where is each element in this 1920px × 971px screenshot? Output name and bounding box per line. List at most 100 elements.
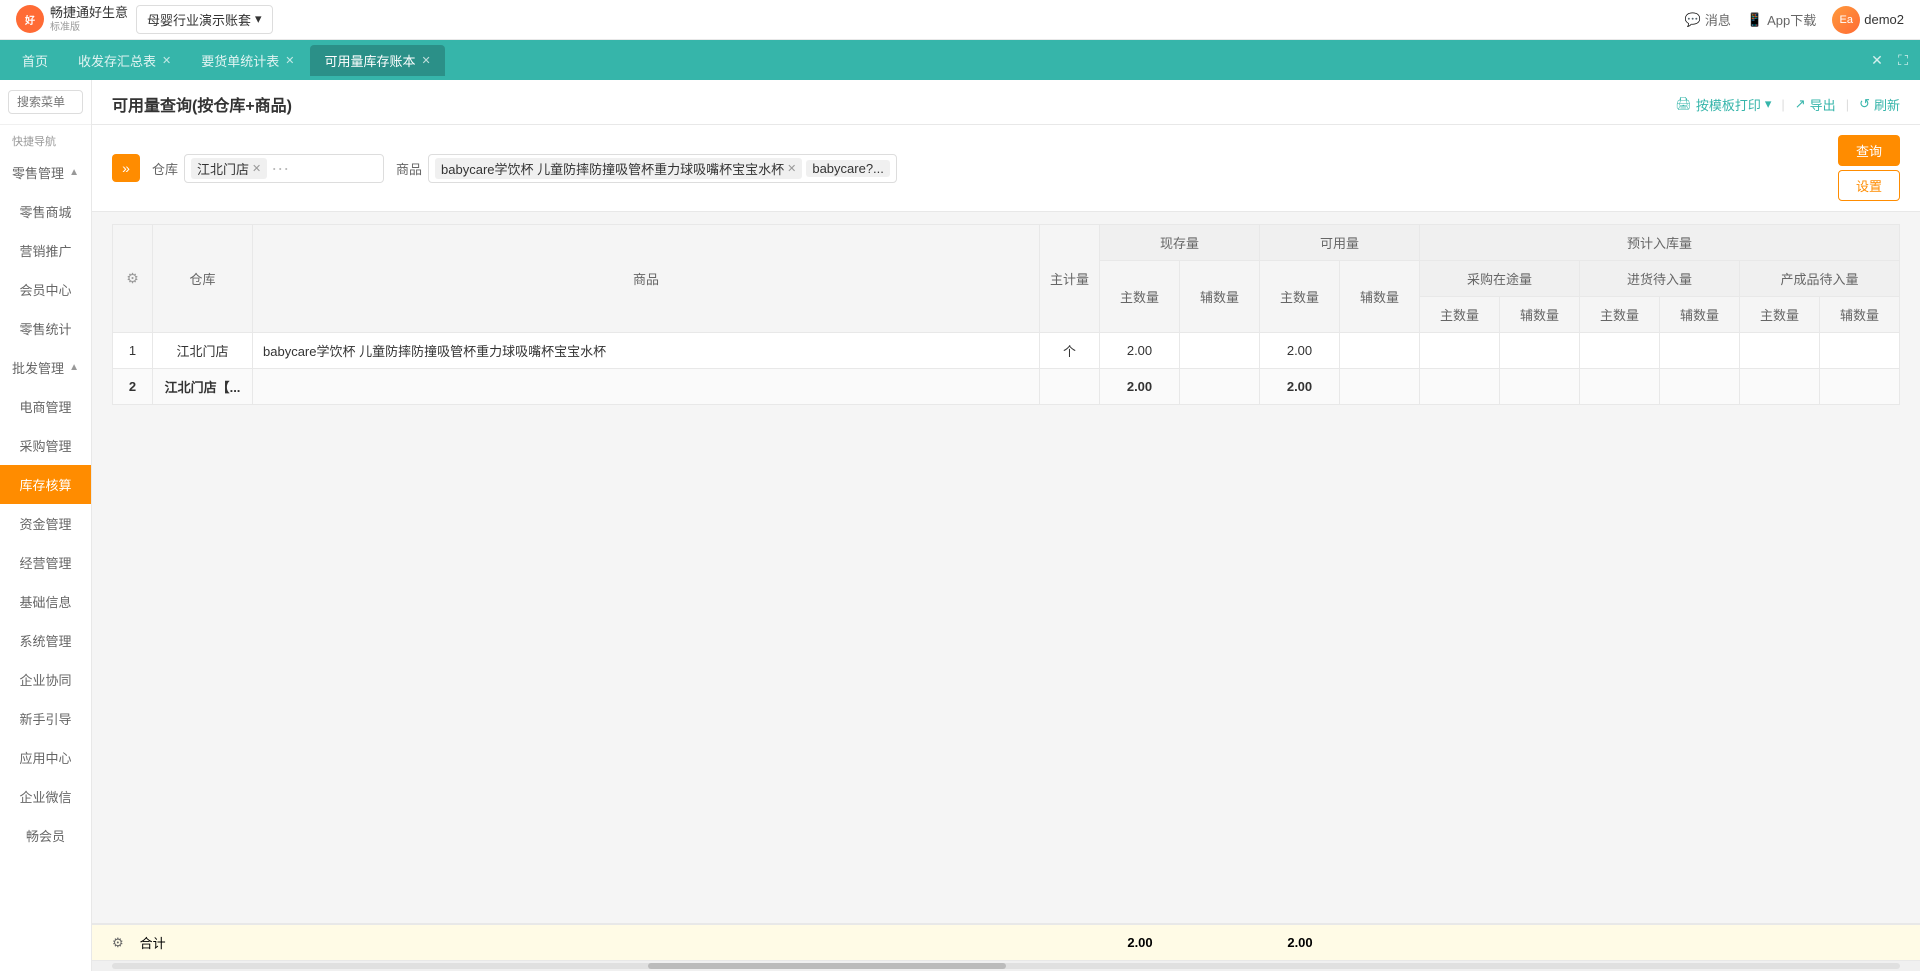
cell-arrival-aux-1 (1660, 333, 1740, 369)
sidebar-item-tutorial[interactable]: 新手引导 (0, 699, 91, 738)
sidebar-item-app-center[interactable]: 应用中心 (0, 738, 91, 777)
sidebar-nav-label: 快捷导航 (0, 125, 91, 153)
message-icon: 💬 (1685, 12, 1701, 28)
sidebar-item-finance[interactable]: 资金管理 (0, 504, 91, 543)
product-tag-1: babycare学饮杯 儿童防摔防撞吸管杯重力球吸嘴杯宝宝水杯 ✕ (435, 158, 802, 179)
sidebar-item-system[interactable]: 系统管理 (0, 621, 91, 660)
scrollbar-thumb[interactable] (648, 963, 1006, 969)
product-tag-input[interactable]: babycare学饮杯 儿童防摔防撞吸管杯重力球吸嘴杯宝宝水杯 ✕ babyca… (428, 154, 897, 183)
table-footer: ⚙ 合计 2.00 2.00 (92, 923, 1920, 961)
cell-stock-aux-1 (1180, 333, 1260, 369)
warehouse-label: 仓库 (152, 159, 178, 178)
col-header-arrival-aux: 辅数量 (1660, 297, 1740, 333)
sidebar-item-enterprise[interactable]: 企业协同 (0, 660, 91, 699)
col-header-stock-group: 现存量 (1100, 225, 1260, 261)
sidebar-search-area (0, 80, 91, 125)
sidebar-item-wholesale[interactable]: 批发管理 ▲ (0, 348, 91, 387)
cell-purchase-aux-1 (1500, 333, 1580, 369)
close-tab-1[interactable]: ✕ (162, 54, 171, 67)
sidebar-item-member[interactable]: 畅会员 (0, 816, 91, 855)
cell-warehouse-1: 江北门店 (153, 333, 253, 369)
top-bar-left: 好 畅捷通好生意 标准版 母婴行业演示账套 ▾ (16, 5, 273, 35)
window-close-btn[interactable]: ✕ (1868, 51, 1886, 69)
filter-bar: » 仓库 江北门店 ✕ ··· 商品 babycare学饮杯 儿童防摔防撞吸管杯… (92, 125, 1920, 212)
export-icon: ↗ (1795, 96, 1806, 112)
sidebar-item-purchase[interactable]: 采购管理 (0, 426, 91, 465)
horizontal-scrollbar[interactable] (92, 961, 1920, 971)
cell-production-aux-1 (1820, 333, 1900, 369)
col-header-production-group: 产成品待入量 (1740, 261, 1900, 297)
sidebar-item-operations[interactable]: 经营管理 (0, 543, 91, 582)
sidebar-item-retail-mall[interactable]: 零售商城 (0, 192, 91, 231)
product-filter-group: 商品 babycare学饮杯 儿童防摔防撞吸管杯重力球吸嘴杯宝宝水杯 ✕ bab… (396, 154, 897, 183)
export-btn[interactable]: ↗ 导出 (1795, 95, 1836, 114)
user-area[interactable]: Ea demo2 (1832, 6, 1904, 34)
cell-avail-main-2: 2.00 (1260, 369, 1340, 405)
more-warehouses-btn[interactable]: ··· (271, 158, 289, 179)
cell-stock-aux-2 (1180, 369, 1260, 405)
cell-unit-2 (1040, 369, 1100, 405)
remove-warehouse-tag-1[interactable]: ✕ (252, 162, 261, 175)
messages-btn[interactable]: 💬 消息 (1685, 10, 1731, 29)
print-btn[interactable]: 🖨 按模板打印 ▾ (1675, 95, 1771, 114)
col-header-expected-group: 预计入库量 (1420, 225, 1900, 261)
inventory-table: ⚙ 仓库 商品 主计量 现存量 可用量 预计入库量 主数量 辅数量 主数量 辅数… (112, 224, 1900, 405)
sidebar-item-retail-management[interactable]: 零售管理 ▲ (0, 153, 91, 192)
cell-product-1: babycare学饮杯 儿童防摔防撞吸管杯重力球吸嘴杯宝宝水杯 (253, 333, 1040, 369)
gear-icon[interactable]: ⚙ (126, 270, 139, 286)
sidebar-item-membership[interactable]: 会员中心 (0, 270, 91, 309)
sidebar-item-basic-info[interactable]: 基础信息 (0, 582, 91, 621)
top-bar: 好 畅捷通好生意 标准版 母婴行业演示账套 ▾ 💬 消息 📱 App下载 Ea … (0, 0, 1920, 40)
col-header-gear: ⚙ (113, 225, 153, 333)
col-header-arrival-group: 进货待入量 (1580, 261, 1740, 297)
close-tab-2[interactable]: ✕ (285, 54, 294, 67)
col-header-purchase-group: 采购在途量 (1420, 261, 1580, 297)
col-header-stock-aux: 辅数量 (1180, 261, 1260, 333)
table-row: 2 江北门店【... 2.00 2.00 (113, 369, 1900, 405)
cell-seq-2: 2 (113, 369, 153, 405)
logo-text: 畅捷通好生意 标准版 (50, 5, 128, 35)
settings-button[interactable]: 设置 (1838, 170, 1900, 201)
window-expand-btn[interactable]: ⛶ (1894, 51, 1912, 69)
col-header-purchase-aux: 辅数量 (1500, 297, 1580, 333)
col-header-avail-aux: 辅数量 (1340, 261, 1420, 333)
tab-home[interactable]: 首页 (8, 45, 62, 76)
cell-avail-main-1: 2.00 (1260, 333, 1340, 369)
chevron-icon: ▲ (69, 167, 79, 178)
filter-expand-btn[interactable]: » (112, 154, 140, 182)
sidebar-item-inventory[interactable]: 库存核算 (0, 465, 91, 504)
content-area: 可用量查询(按仓库+商品) 🖨 按模板打印 ▾ | ↗ 导出 | ↺ 刷新 (92, 80, 1920, 971)
cell-stock-main-2: 2.00 (1100, 369, 1180, 405)
sidebar-item-wechat[interactable]: 企业微信 (0, 777, 91, 816)
cell-purchase-aux-2 (1500, 369, 1580, 405)
cell-production-main-2 (1740, 369, 1820, 405)
tab-available-inventory[interactable]: 可用量库存账本 ✕ (310, 45, 444, 76)
sidebar-item-marketing[interactable]: 营销推广 (0, 231, 91, 270)
cell-arrival-aux-2 (1660, 369, 1740, 405)
footer-seq: ⚙ (112, 935, 124, 951)
cell-purchase-main-2 (1420, 369, 1500, 405)
tab-receive-summary[interactable]: 收发存汇总表 ✕ (64, 45, 185, 76)
sidebar-item-retail-stats[interactable]: 零售统计 (0, 309, 91, 348)
tab-order-stats[interactable]: 要货单统计表 ✕ (187, 45, 308, 76)
main-layout: 快捷导航 零售管理 ▲ 零售商城 营销推广 会员中心 零售统计 批发管理 ▲ 电… (0, 80, 1920, 971)
warehouse-tag-input[interactable]: 江北门店 ✕ ··· (184, 154, 384, 183)
cell-production-aux-2 (1820, 369, 1900, 405)
col-header-arrival-main: 主数量 (1580, 297, 1660, 333)
sidebar-item-ecommerce[interactable]: 电商管理 (0, 387, 91, 426)
industry-selector[interactable]: 母婴行业演示账套 ▾ (136, 5, 273, 34)
page-header: 可用量查询(按仓库+商品) 🖨 按模板打印 ▾ | ↗ 导出 | ↺ 刷新 (92, 80, 1920, 125)
col-header-purchase-main: 主数量 (1420, 297, 1500, 333)
table-container: ⚙ 仓库 商品 主计量 现存量 可用量 预计入库量 主数量 辅数量 主数量 辅数… (92, 212, 1920, 923)
col-header-product: 商品 (253, 225, 1040, 333)
remove-product-tag-1[interactable]: ✕ (787, 162, 796, 175)
chevron-down-icon-print: ▾ (1765, 96, 1772, 112)
close-tab-3[interactable]: ✕ (422, 54, 431, 67)
app-download-btn[interactable]: 📱 App下载 (1747, 10, 1816, 29)
refresh-btn[interactable]: ↺ 刷新 (1859, 95, 1900, 114)
avatar: Ea (1832, 6, 1860, 34)
search-input[interactable] (8, 90, 83, 114)
page-title: 可用量查询(按仓库+商品) (112, 92, 292, 116)
col-header-available-group: 可用量 (1260, 225, 1420, 261)
query-button[interactable]: 查询 (1838, 135, 1900, 166)
